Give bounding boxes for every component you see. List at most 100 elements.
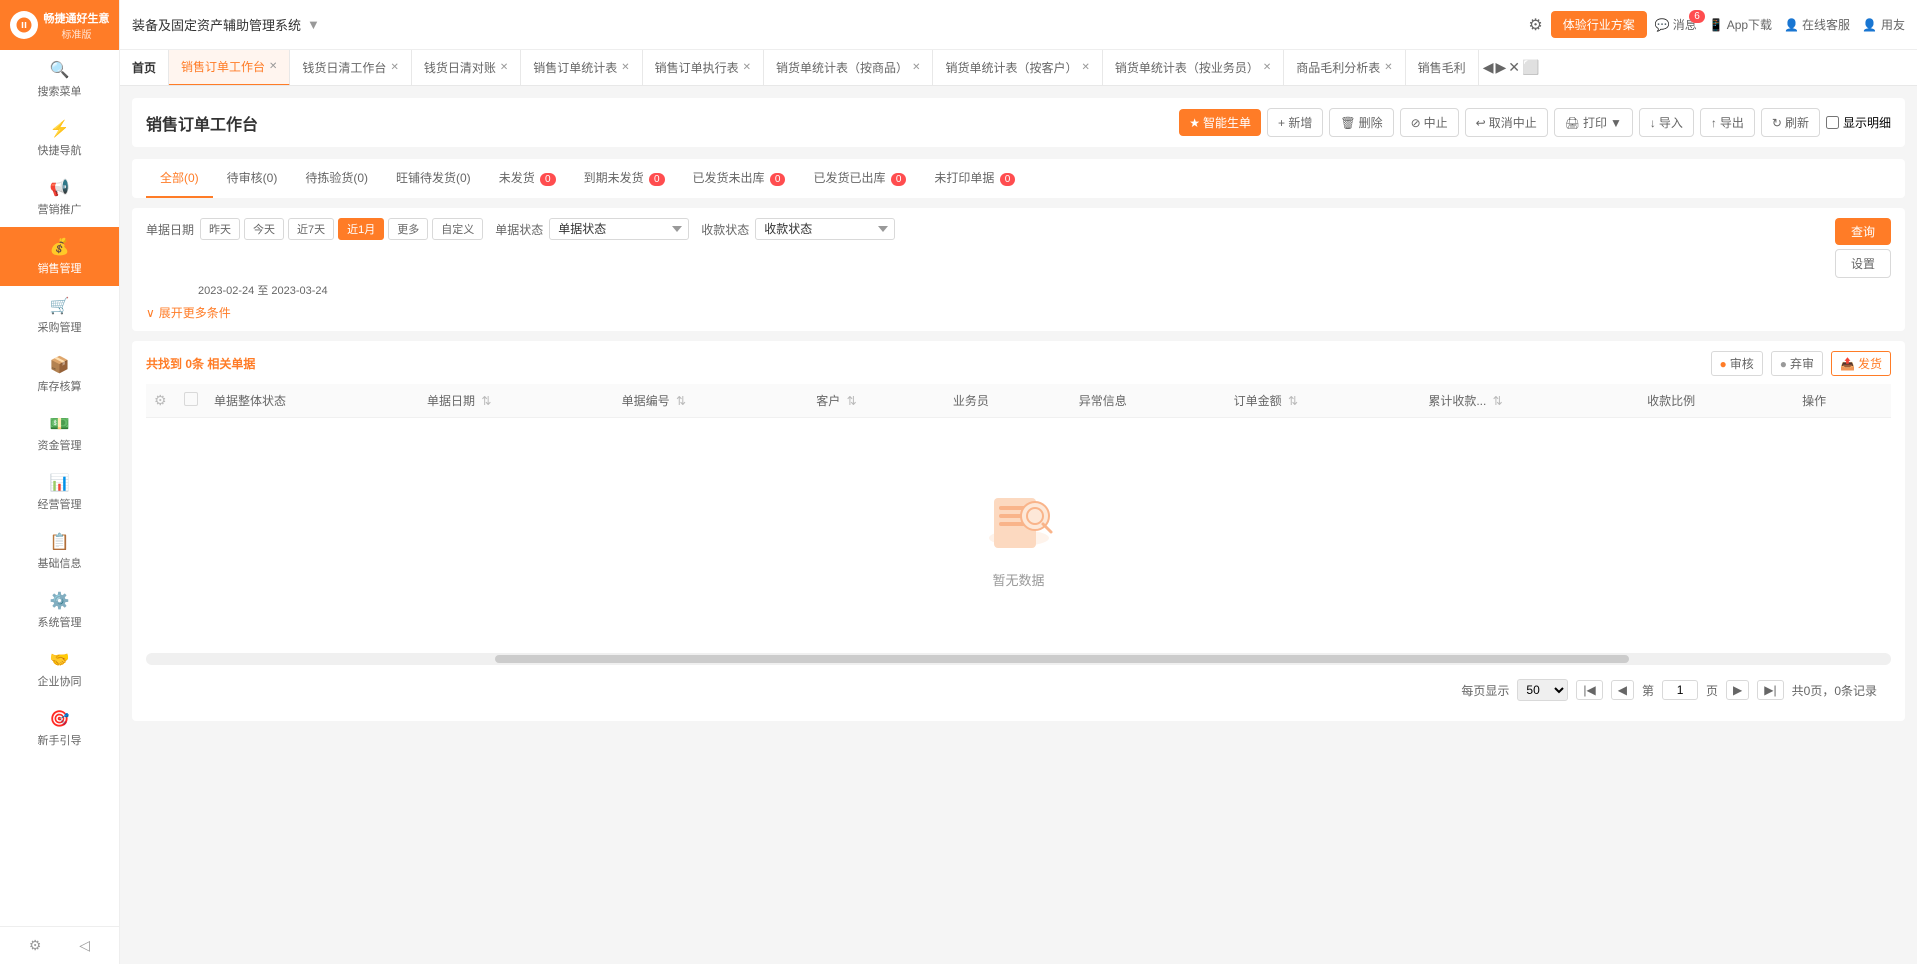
th-number[interactable]: 单据编号 ⇅: [614, 384, 809, 418]
tab-sales-order-exec[interactable]: 销售订单执行表 ✕: [643, 50, 764, 86]
trial-btn[interactable]: 体验行业方案: [1551, 11, 1647, 38]
date-btn-today[interactable]: 今天: [244, 218, 284, 240]
sidebar-item-quick-nav[interactable]: ⚡ 快捷导航: [0, 109, 119, 168]
tabs-prev-icon[interactable]: ◀: [1483, 59, 1494, 76]
refresh-btn[interactable]: ↻ 刷新: [1761, 108, 1820, 137]
query-btn[interactable]: 查询: [1835, 218, 1891, 245]
sidebar-item-inventory[interactable]: 📦 库存核算: [0, 345, 119, 404]
sidebar-item-operations[interactable]: 📊 经营管理: [0, 463, 119, 522]
sidebar-item-sales[interactable]: 💰 销售管理: [0, 227, 119, 286]
select-all-checkbox[interactable]: [184, 392, 198, 406]
sort-icon: ⇅: [1493, 394, 1503, 408]
th-customer[interactable]: 客户 ⇅: [808, 384, 945, 418]
delete-btn[interactable]: 🗑 删除: [1329, 108, 1393, 137]
sub-tab-all[interactable]: 全部(0): [146, 159, 213, 198]
tab-home[interactable]: 首页: [120, 50, 169, 86]
show-detail-checkbox[interactable]: 显示明细: [1826, 114, 1891, 131]
sidebar-item-cooperation[interactable]: 🤝 企业协同: [0, 640, 119, 699]
tabs-close-icon[interactable]: ✕: [1508, 59, 1520, 76]
next-page-btn[interactable]: ▶: [1726, 680, 1749, 700]
cancel-pause-btn[interactable]: ↩ 取消中止: [1465, 108, 1548, 137]
online-service-action[interactable]: 👤 在线客服: [1784, 16, 1850, 33]
sidebar-item-purchase[interactable]: 🛒 采购管理: [0, 286, 119, 345]
sub-tab-not-shipped[interactable]: 未发货 0: [485, 159, 570, 198]
sidebar-item-newbie[interactable]: 🎯 新手引导: [0, 699, 119, 758]
message-action[interactable]: 💬 消息 6: [1655, 16, 1697, 33]
tab-label: 钱货日清对账: [424, 59, 496, 76]
tab-cash-daily[interactable]: 钱货日清工作台 ✕: [290, 50, 411, 86]
column-settings-icon[interactable]: ⚙: [154, 392, 167, 408]
smart-create-btn[interactable]: ★ 智能生单: [1179, 109, 1261, 136]
print-btn[interactable]: 🖨 打印 ▼: [1554, 108, 1633, 137]
cancel-audit-btn[interactable]: ● 弃审: [1771, 351, 1823, 376]
add-btn[interactable]: + 新增: [1267, 108, 1323, 137]
th-amount[interactable]: 订单金额 ⇅: [1226, 384, 1421, 418]
sub-tab-wangpu[interactable]: 旺铺待发货(0): [382, 159, 485, 198]
sidebar-item-marketing[interactable]: 📢 营销推广: [0, 168, 119, 227]
audit-btn[interactable]: ● 审核: [1711, 351, 1763, 376]
ship-label: 发货: [1858, 355, 1882, 372]
horizontal-scrollbar[interactable]: [146, 653, 1891, 665]
expand-btn[interactable]: ∨ 展开更多条件: [146, 304, 1891, 321]
system-title-text: 装备及固定资产辅助管理系统: [132, 15, 301, 34]
tab-sales-stats-salesman[interactable]: 销货单统计表（按业务员） ✕: [1103, 50, 1284, 86]
sidebar-item-finance[interactable]: 💵 资金管理: [0, 404, 119, 463]
ship-btn[interactable]: 📤 发货: [1831, 351, 1891, 376]
filter-settings-btn[interactable]: 设置: [1835, 249, 1891, 278]
tabs-expand-icon[interactable]: ⬜: [1522, 59, 1539, 76]
pause-btn[interactable]: ⊘ 中止: [1400, 108, 1459, 137]
date-btn-7days[interactable]: 近7天: [288, 218, 334, 240]
sidebar-item-search[interactable]: 🔍 搜索菜单: [0, 50, 119, 109]
sidebar-item-system[interactable]: ⚙️ 系统管理: [0, 581, 119, 640]
tab-close-icon[interactable]: ✕: [1081, 62, 1089, 73]
scrollbar-thumb[interactable]: [495, 655, 1629, 663]
page-size-select[interactable]: 50 10 20 100: [1517, 679, 1568, 701]
sub-tab-shipped-out[interactable]: 已发货已出库 0: [799, 159, 920, 198]
user-area[interactable]: 👤 用友: [1862, 16, 1905, 33]
date-btn-yesterday[interactable]: 昨天: [200, 218, 240, 240]
tab-close-icon[interactable]: ✕: [912, 62, 920, 73]
tab-close-icon[interactable]: ✕: [390, 62, 398, 73]
sidebar-item-base-info[interactable]: 📋 基础信息: [0, 522, 119, 581]
page-number-input[interactable]: [1662, 680, 1698, 700]
export-btn[interactable]: ↑ 导出: [1700, 108, 1755, 137]
tab-close-icon[interactable]: ✕: [621, 62, 629, 73]
tab-sales-stats-product[interactable]: 销货单统计表（按商品） ✕: [764, 50, 933, 86]
th-ratio: 收款比例: [1639, 384, 1794, 418]
th-date[interactable]: 单据日期 ⇅: [419, 384, 614, 418]
tab-product-margin[interactable]: 商品毛利分析表 ✕: [1284, 50, 1405, 86]
sub-tab-not-printed[interactable]: 未打印单据 0: [920, 159, 1029, 198]
last-page-btn[interactable]: ▶|: [1757, 680, 1783, 700]
tab-sales-gross[interactable]: 销售毛利: [1406, 50, 1479, 86]
tab-close-icon[interactable]: ✕: [1263, 62, 1271, 73]
sub-tab-pending-check[interactable]: 待拣验货(0): [291, 159, 382, 198]
prev-page-btn[interactable]: ◀: [1611, 680, 1634, 700]
sub-tab-expired[interactable]: 到期未发货 0: [570, 159, 679, 198]
tab-sales-order-stats[interactable]: 销售订单统计表 ✕: [521, 50, 642, 86]
dropdown-arrow-icon[interactable]: ▼: [307, 17, 320, 32]
first-page-btn[interactable]: |◀: [1576, 680, 1602, 700]
sub-tab-pending-audit[interactable]: 待审核(0): [213, 159, 292, 198]
app-download-action[interactable]: 📱 App下载: [1709, 16, 1772, 33]
th-collected[interactable]: 累计收款... ⇅: [1420, 384, 1639, 418]
payment-select[interactable]: 收款状态: [755, 218, 895, 240]
tab-close-icon[interactable]: ✕: [500, 62, 508, 73]
settings-bottom-btn[interactable]: ⚙: [29, 937, 42, 954]
tabs-next-icon[interactable]: ▶: [1495, 59, 1506, 76]
import-btn[interactable]: ↓ 导入: [1639, 108, 1694, 137]
collapse-btn[interactable]: ◁: [79, 937, 90, 954]
tab-close-icon[interactable]: ✕: [269, 61, 277, 72]
sub-tab-shipped-not-out[interactable]: 已发货未出库 0: [679, 159, 800, 198]
th-salesman[interactable]: 业务员: [945, 384, 1071, 418]
tab-sales-stats-customer[interactable]: 销货单统计表（按客户） ✕: [933, 50, 1102, 86]
date-btn-custom[interactable]: 自定义: [432, 218, 483, 240]
date-btn-more[interactable]: 更多: [388, 218, 428, 240]
tab-close-icon[interactable]: ✕: [1384, 62, 1392, 73]
topbar-settings-icon[interactable]: ⚙: [1528, 15, 1542, 35]
tab-cash-reconcile[interactable]: 钱货日清对账 ✕: [412, 50, 521, 86]
status-select[interactable]: 单据状态: [549, 218, 689, 240]
date-btn-1month[interactable]: 近1月: [338, 218, 384, 240]
tab-close-icon[interactable]: ✕: [743, 62, 751, 73]
show-detail-input[interactable]: [1826, 116, 1839, 129]
tab-sales-order-workbench[interactable]: 销售订单工作台 ✕: [169, 50, 290, 86]
